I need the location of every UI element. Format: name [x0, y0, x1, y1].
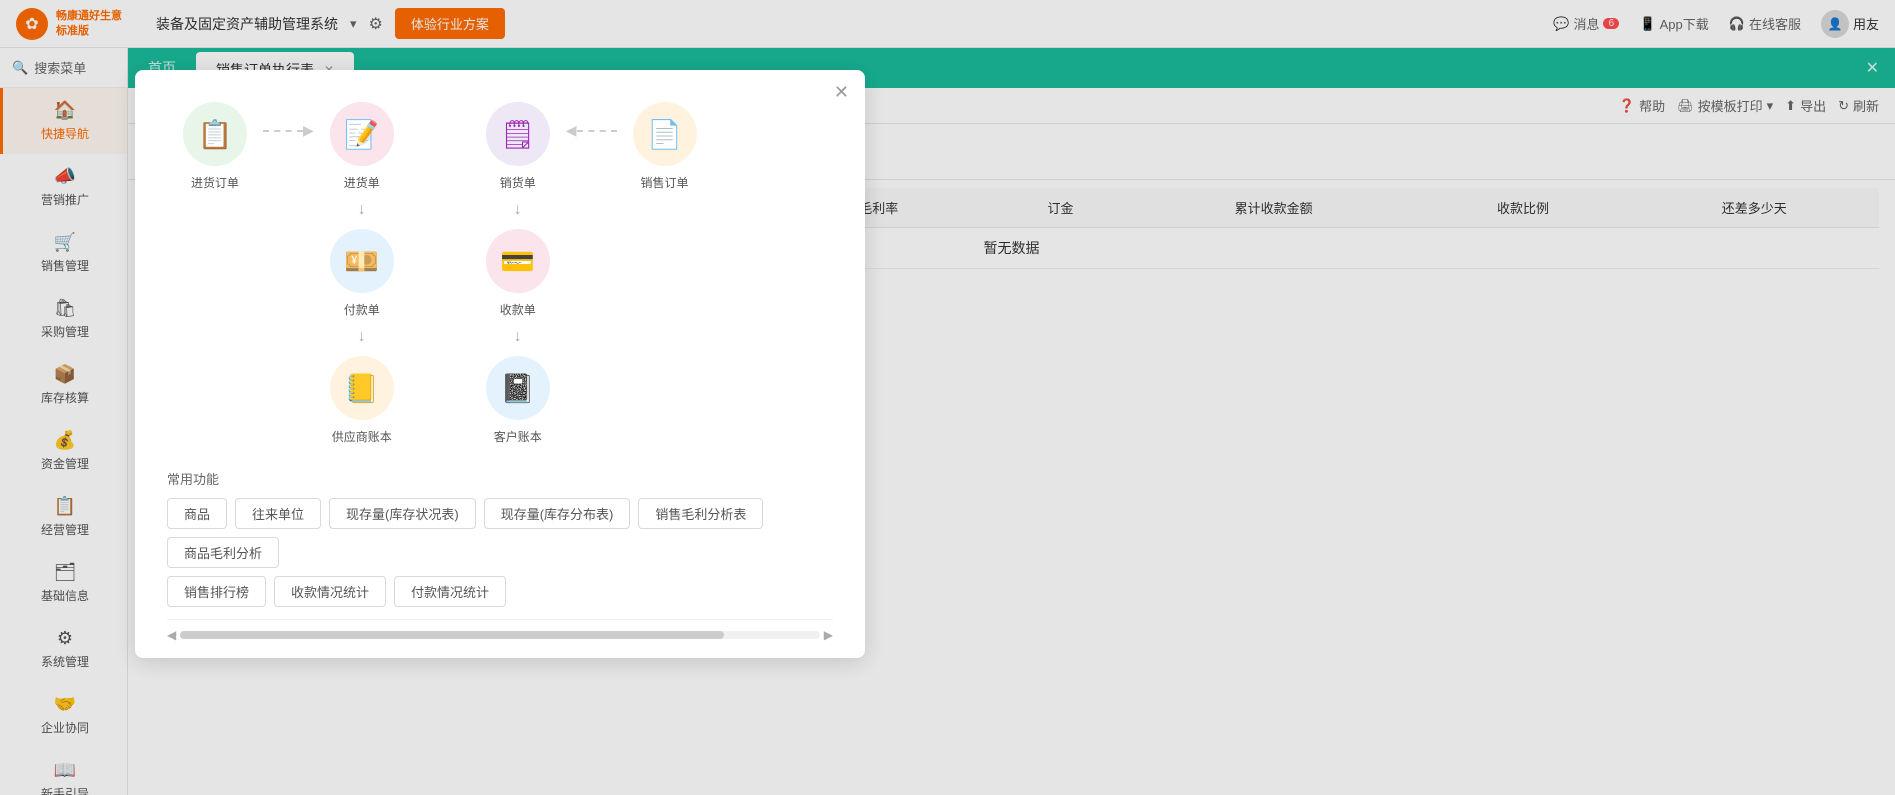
flow-section-col2: 📝 进货单 ↓ 💴 付款单 ↓ 📒 供应商账本 — [314, 94, 410, 453]
node-label-payment-bill: 付款单 — [344, 301, 380, 318]
node-icon-sales-order: 📄 — [633, 102, 697, 166]
node-label-customer-ledger: 客户账本 — [494, 428, 542, 445]
func-btn-0[interactable]: 商品 — [167, 498, 227, 529]
node-icon-payment-bill: 💴 — [330, 229, 394, 293]
node-purchase-bill[interactable]: 📝 进货单 — [330, 102, 394, 191]
node-label-purchase-order: 进货订单 — [191, 174, 239, 191]
node-label-purchase-bill: 进货单 — [344, 174, 380, 191]
func-buttons-row2: 销售排行榜 收款情况统计 付款情况统计 — [167, 576, 833, 607]
node-icon-supplier-ledger: 📒 — [330, 356, 394, 420]
func-btn-7[interactable]: 收款情况统计 — [274, 576, 386, 607]
scroll-right-icon[interactable]: ▶ — [824, 628, 833, 642]
modal-close-icon[interactable]: ✕ — [834, 82, 849, 103]
scrollbar-thumb[interactable] — [180, 631, 724, 639]
common-func-title: 常用功能 — [167, 469, 833, 488]
flow-diagram: 📋 进货订单 ▶ 📝 进货单 ↓ — [167, 94, 833, 453]
node-payment-bill[interactable]: 💴 付款单 — [330, 229, 394, 318]
arrow-down-receipt: ↓ — [514, 201, 522, 219]
node-sales-bill[interactable]: 🗒 销货单 — [486, 102, 550, 191]
arrow-left-dashed-2: ◀ — [566, 122, 617, 139]
flow-section-sales-order: 📄 销售订单 — [617, 94, 713, 199]
common-functions: 常用功能 商品 往来单位 现存量(库存状况表) 现存量(库存分布表) 销售毛利分… — [167, 469, 833, 607]
node-icon-purchase-bill: 📝 — [330, 102, 394, 166]
arrow-down-supplier: ↓ — [358, 328, 366, 346]
node-purchase-order[interactable]: 📋 进货订单 — [183, 102, 247, 191]
func-btn-6[interactable]: 销售排行榜 — [167, 576, 266, 607]
flow-section-col3: 🗒 销货单 ↓ 💳 收款单 ↓ 📓 客户账本 — [470, 94, 566, 453]
node-icon-receipt-bill: 💳 — [486, 229, 550, 293]
node-sales-order[interactable]: 📄 销售订单 — [633, 102, 697, 191]
node-label-sales-order: 销售订单 — [641, 174, 689, 191]
node-label-supplier-ledger: 供应商账本 — [332, 428, 392, 445]
scrollbar-track — [180, 631, 820, 639]
func-btn-4[interactable]: 销售毛利分析表 — [638, 498, 763, 529]
func-btn-3[interactable]: 现存量(库存分布表) — [484, 498, 631, 529]
arrow-down-customer: ↓ — [514, 328, 522, 346]
func-btn-1[interactable]: 往来单位 — [235, 498, 321, 529]
modal-scrollbar: ◀ ▶ — [167, 619, 833, 642]
node-supplier-ledger[interactable]: 📒 供应商账本 — [330, 356, 394, 445]
node-icon-customer-ledger: 📓 — [486, 356, 550, 420]
node-customer-ledger[interactable]: 📓 客户账本 — [486, 356, 550, 445]
quick-nav-modal: ✕ 📋 进货订单 ▶ 📝 — [135, 70, 865, 658]
node-icon-purchase-order: 📋 — [183, 102, 247, 166]
arrow-down-payment: ↓ — [358, 201, 366, 219]
node-label-sales-bill: 销货单 — [500, 174, 536, 191]
node-receipt-bill[interactable]: 💳 收款单 — [486, 229, 550, 318]
func-btn-2[interactable]: 现存量(库存状况表) — [329, 498, 476, 529]
modal-overlay[interactable]: ✕ 📋 进货订单 ▶ 📝 — [0, 0, 1895, 795]
scroll-left-icon[interactable]: ◀ — [167, 628, 176, 642]
arrow-right-dashed-1: ▶ — [263, 122, 314, 139]
func-btn-8[interactable]: 付款情况统计 — [394, 576, 506, 607]
func-buttons: 商品 往来单位 现存量(库存状况表) 现存量(库存分布表) 销售毛利分析表 商品… — [167, 498, 833, 568]
func-btn-5[interactable]: 商品毛利分析 — [167, 537, 279, 568]
node-icon-sales-bill: 🗒 — [486, 102, 550, 166]
flow-section-purchase-order: 📋 进货订单 — [167, 94, 263, 199]
node-label-receipt-bill: 收款单 — [500, 301, 536, 318]
